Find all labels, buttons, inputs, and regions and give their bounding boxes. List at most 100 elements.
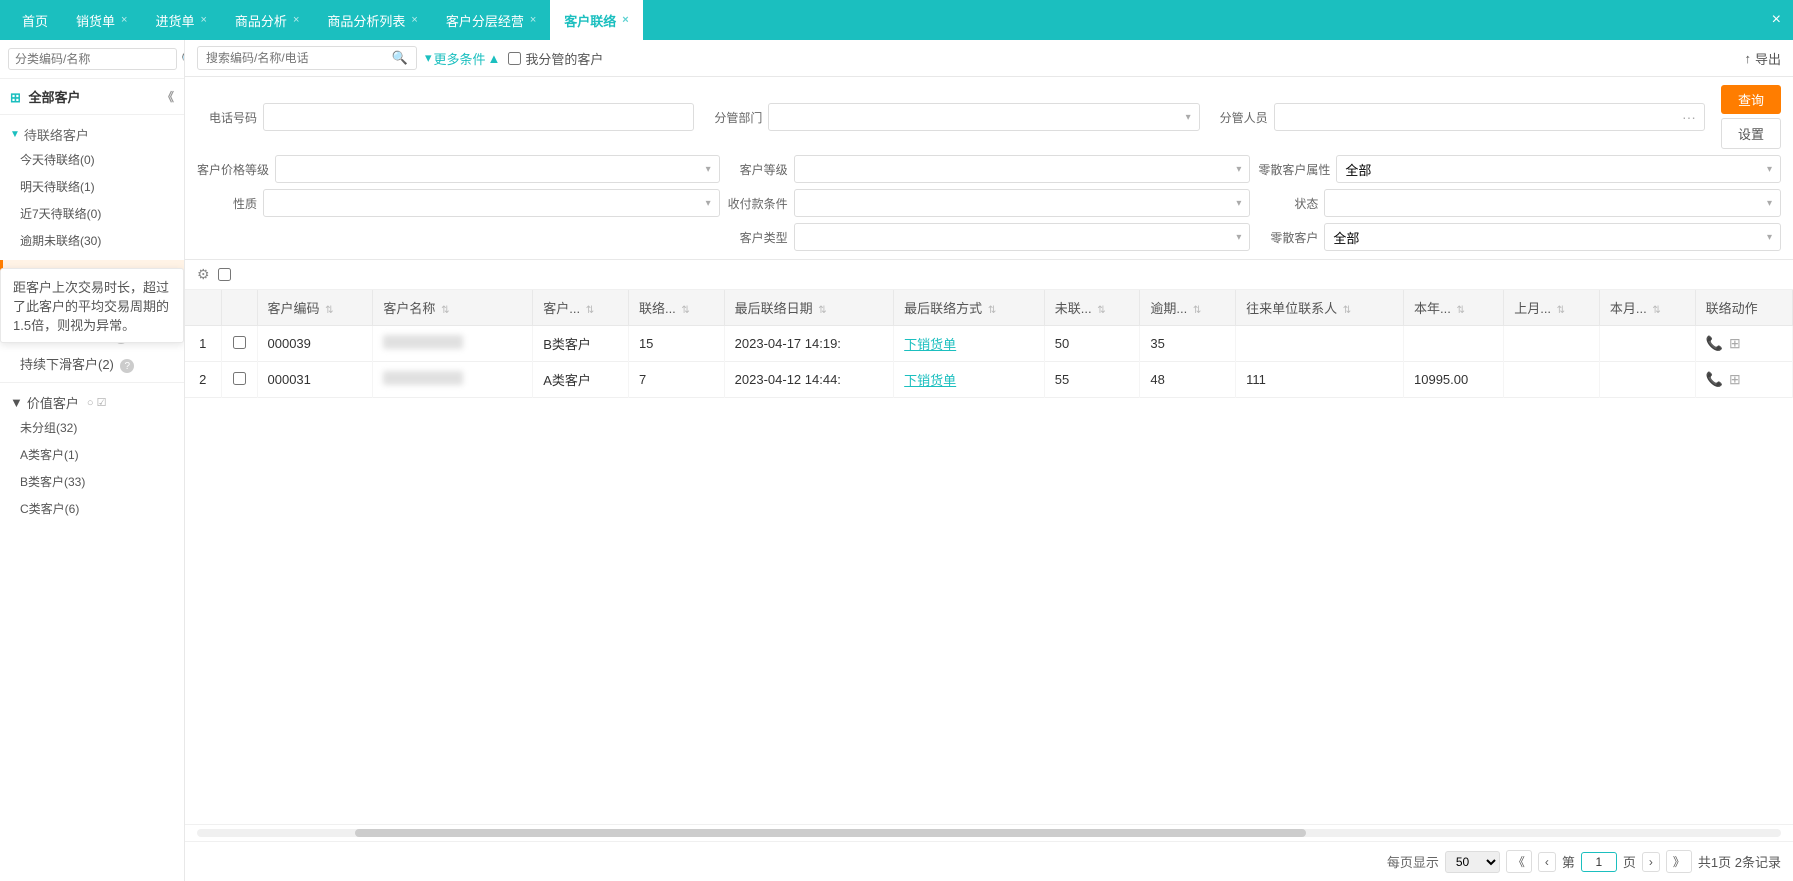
row2-name [373,362,533,398]
sidebar-item-7day-pending[interactable]: 近7天待联络(0) [0,200,184,227]
th-overdue[interactable]: 逾期... ⇅ [1140,290,1236,326]
last-page-button[interactable]: 》 [1666,850,1692,873]
table-settings-gear-icon[interactable]: ⚙ [197,266,210,283]
nav-purchase-order[interactable]: 进货单 × [141,0,220,40]
sidebar-item-a-class[interactable]: A类客户(1) [0,441,184,468]
sidebar-collapse-button[interactable]: 《 [162,88,174,105]
th-this-year[interactable]: 本年... ⇅ [1404,290,1504,326]
nav-product-analysis-list-close[interactable]: × [411,14,417,26]
row2-uncontacted: 55 [1044,362,1140,398]
th-this-month[interactable]: 本月... ⇅ [1599,290,1695,326]
value-triangle-icon: ▼ [10,395,23,410]
customer-level-chevron-icon: ▾ [1236,164,1241,175]
nav-product-analysis-list[interactable]: 商品分析列表 × [313,0,431,40]
row1-index: 1 [185,326,221,362]
table-body: 1 000039 B类客户 15 2023-04-17 14:19: 下 [185,326,1793,398]
row1-level: B类客户 [533,326,629,362]
dept-select[interactable]: ▾ [768,103,1199,131]
export-button[interactable]: ↑ 导出 [1744,49,1781,68]
customer-search-icon[interactable]: 🔍 [392,50,408,66]
row1-phone-icon[interactable]: 📞 [1706,335,1723,352]
next-page-button[interactable]: › [1642,852,1660,872]
customer-search-input[interactable] [206,51,388,65]
last-method-sort-icon: ⇅ [988,305,996,316]
prev-page-button[interactable]: ‹ [1538,852,1556,872]
row2-phone-icon[interactable]: 📞 [1706,371,1723,388]
sidebar-item-today-pending[interactable]: 今天待联络(0) [0,146,184,173]
first-page-button[interactable]: 《 [1506,850,1532,873]
row2-last-method[interactable]: 下销货单 [894,362,1045,398]
manager-field: 分管人员 ··· [1208,103,1705,131]
row1-contact: 15 [628,326,724,362]
sidebar-item-c-class[interactable]: C类客户(6) [0,495,184,522]
query-button[interactable]: 查询 [1721,85,1781,114]
window-close-button[interactable]: × [1772,11,1781,29]
row2-action-buttons: 📞 ⊞ [1706,371,1782,388]
manager-multi-input[interactable]: ··· [1274,103,1705,131]
price-level-select[interactable]: ▾ [275,155,720,183]
nav-sales-order-close[interactable]: × [121,14,127,26]
customer-type-select[interactable]: ▾ [794,223,1251,251]
row1-last-method[interactable]: 下销货单 [894,326,1045,362]
customer-type-chevron-icon: ▾ [1236,232,1241,243]
th-last-month[interactable]: 上月... ⇅ [1504,290,1600,326]
table-select-all-checkbox[interactable] [218,268,231,281]
per-page-select[interactable]: 50 100 200 [1445,851,1500,873]
row1-more-icon[interactable]: ⊞ [1729,335,1741,352]
nav-product-analysis-close[interactable]: × [293,14,299,26]
th-last-date[interactable]: 最后联络日期 ⇅ [724,290,894,326]
row2-checkbox[interactable] [233,372,246,385]
th-code[interactable]: 客户编码 ⇅ [257,290,373,326]
horizontal-scrollbar-thumb[interactable] [355,829,1305,837]
status-select[interactable]: ▾ [1324,189,1781,217]
sidebar-item-b-class[interactable]: B类客户(33) [0,468,184,495]
nav-customer-layered-close[interactable]: × [530,14,536,26]
page-unit-label: 页 [1623,852,1636,871]
th-contact[interactable]: 联络... ⇅ [628,290,724,326]
more-conditions-button[interactable]: ▾ 更多条件 ▲ [425,49,500,68]
row2-last-month [1504,362,1600,398]
th-last-method[interactable]: 最后联络方式 ⇅ [894,290,1045,326]
th-name[interactable]: 客户名称 ⇅ [373,290,533,326]
nature-field: 性质 ▾ [197,189,720,217]
sidebar-search-input[interactable] [8,48,177,70]
retail-attr-chevron-icon: ▾ [1767,164,1772,175]
price-level-field: 客户价格等级 ▾ [197,155,720,183]
nature-select[interactable]: ▾ [263,189,720,217]
settings-button[interactable]: 设置 [1721,118,1781,149]
payment-select[interactable]: ▾ [794,189,1251,217]
th-level[interactable]: 客户... ⇅ [533,290,629,326]
this-month-sort-icon: ⇅ [1652,305,1660,316]
phone-input[interactable] [263,103,694,131]
current-page-input[interactable] [1581,852,1617,872]
sidebar-search-icon[interactable]: 🔍 [181,51,185,68]
nav-customer-contact[interactable]: 客户联络 × [550,0,642,40]
sidebar-item-tomorrow-pending[interactable]: 明天待联络(1) [0,173,184,200]
nav-home[interactable]: 首页 [8,0,62,40]
th-uncontacted[interactable]: 未联... ⇅ [1044,290,1140,326]
sidebar-item-declining[interactable]: 持续下滑客户(2) ? [0,349,184,379]
customer-level-select[interactable]: ▾ [794,155,1251,183]
nav-customer-contact-close[interactable]: × [622,14,628,26]
retail-customer-select[interactable]: 全部 ▾ [1324,223,1781,251]
nav-sales-order[interactable]: 销货单 × [62,0,141,40]
row1-checkbox-cell [221,326,257,362]
value-edit-icons[interactable]: ○ ☑ [87,396,107,409]
row1-checkbox[interactable] [233,336,246,349]
row1-this-month [1599,326,1695,362]
value-customer-section-label: ▼ 价值客户 ○ ☑ [0,387,184,414]
retail-attr-select[interactable]: 全部 ▾ [1336,155,1781,183]
th-unit-contacts[interactable]: 往来单位联系人 ⇅ [1236,290,1404,326]
row1-overdue: 35 [1140,326,1236,362]
row1-this-year [1404,326,1504,362]
nav-purchase-order-close[interactable]: × [200,14,206,26]
horizontal-scrollbar[interactable] [197,829,1781,837]
nav-customer-layered[interactable]: 客户分层经营 × [432,0,550,40]
my-customers-checkbox[interactable] [508,52,521,65]
nav-product-analysis[interactable]: 商品分析 × [221,0,313,40]
sidebar-item-ungrouped[interactable]: 未分组(32) [0,414,184,441]
row2-more-icon[interactable]: ⊞ [1729,371,1741,388]
declining-help-icon[interactable]: ? [120,359,134,373]
sidebar-item-overdue[interactable]: 逾期未联络(30) [0,227,184,254]
row2-this-month [1599,362,1695,398]
